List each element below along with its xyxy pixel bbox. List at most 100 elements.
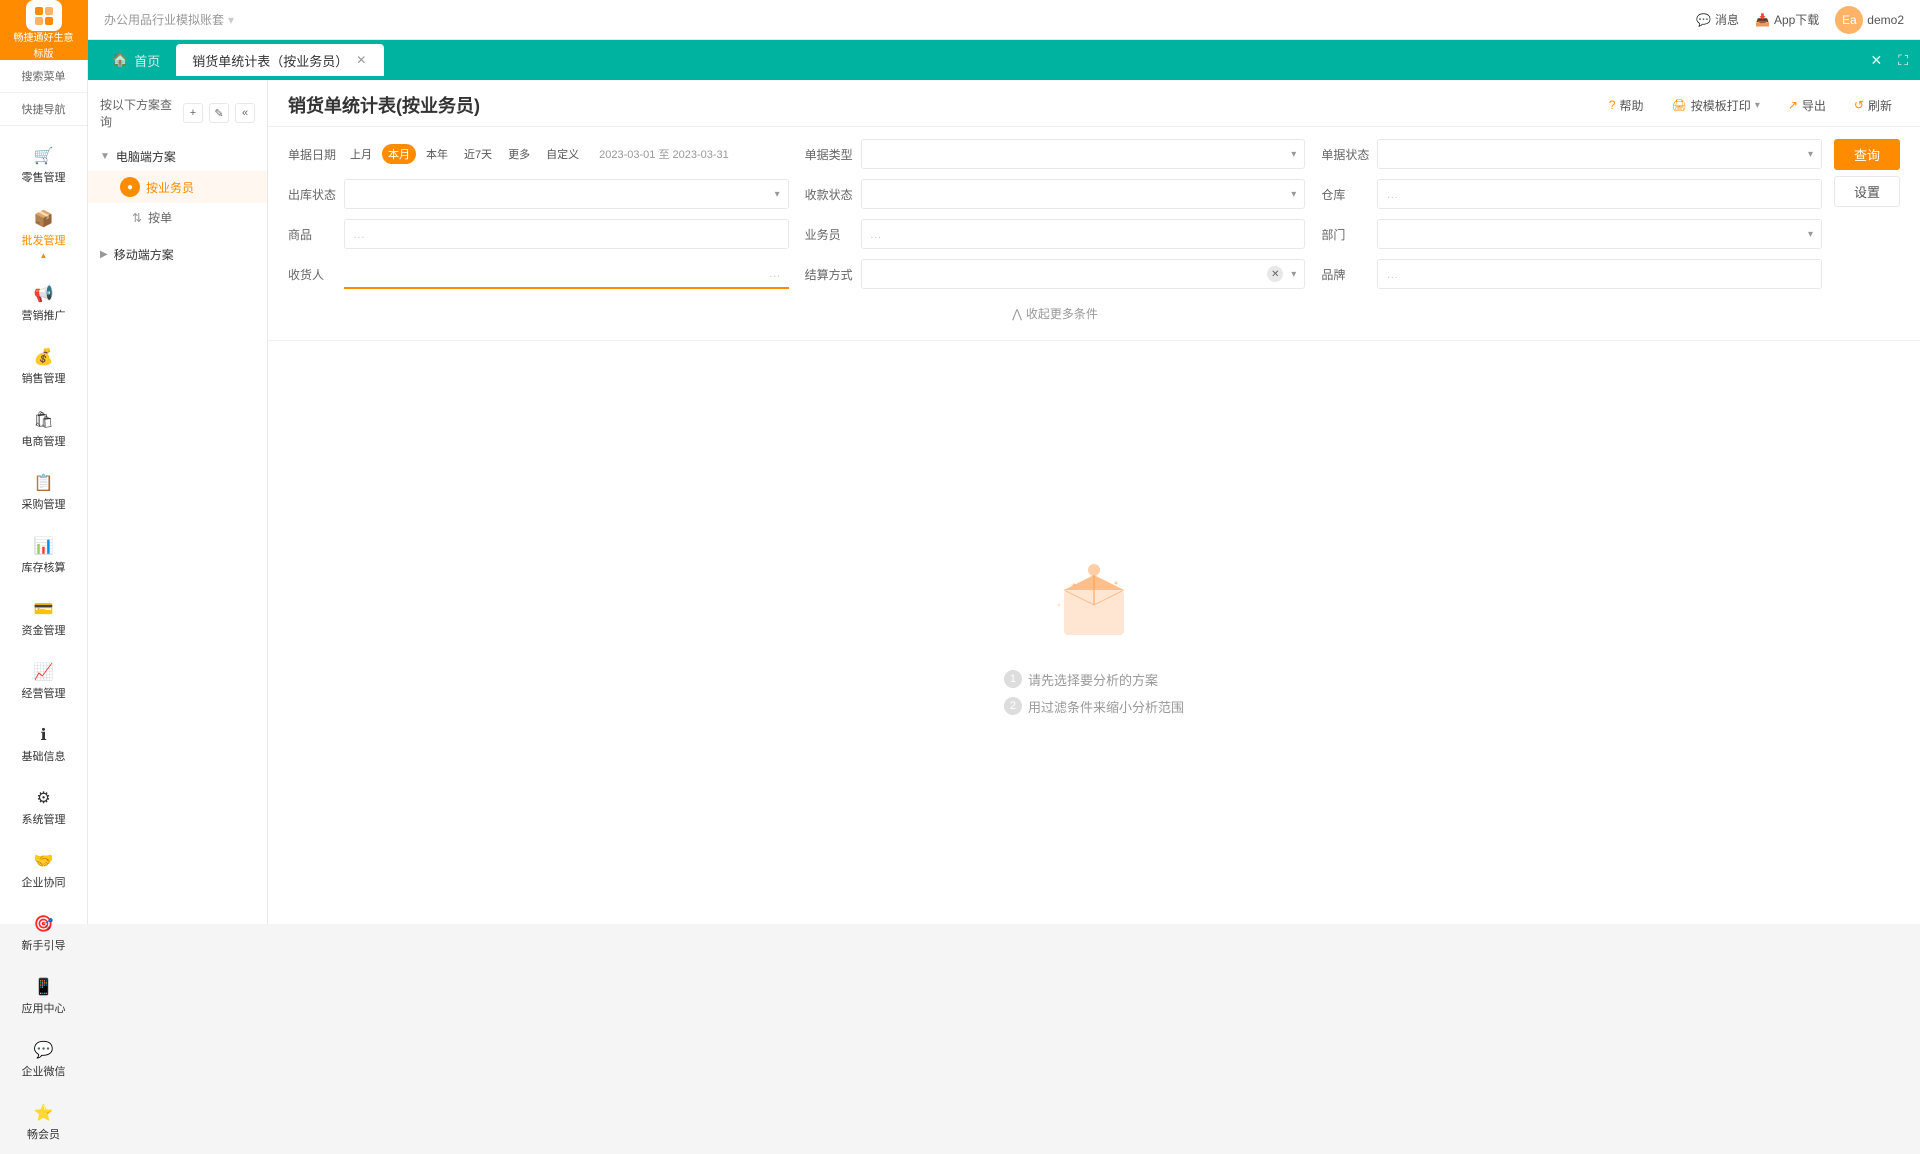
sidebar-item-sales-label: 销售管理	[22, 370, 66, 386]
date-tab-this-year[interactable]: 本年	[420, 144, 454, 164]
tab-close-button[interactable]: ✕	[354, 51, 368, 69]
warehouse-select[interactable]: …	[1377, 179, 1822, 209]
order-status-select[interactable]: ▾	[1377, 139, 1822, 169]
tree-mobile-arrow: ▶	[100, 249, 108, 260]
out-status-label: 出库状态	[288, 186, 336, 203]
tab-sales-report[interactable]: 销货单统计表（按业务员） ✕	[176, 44, 384, 76]
sidebar-item-marketing-label: 营销推广	[22, 307, 66, 323]
receiver-label: 收货人	[288, 266, 336, 283]
settlement-arrow: ▾	[1291, 269, 1296, 280]
help-button[interactable]: ? 帮助	[1601, 93, 1652, 118]
purchase-icon: 📋	[34, 473, 54, 493]
out-status-select[interactable]: ▾	[344, 179, 789, 209]
filter-row-3: 商品 … 业务员 …	[288, 219, 1822, 249]
quick-nav-label[interactable]: 快捷导航	[22, 104, 66, 116]
tree-item-by-staff[interactable]: ● 按业务员	[88, 171, 267, 203]
tip-1-text: 请先选择要分析的方案	[1028, 670, 1158, 689]
tree-expand-icon: ▼	[100, 151, 110, 162]
sidebar-item-operations[interactable]: 📈 经营管理	[0, 650, 87, 713]
order-type-select[interactable]: ▾	[861, 139, 1306, 169]
staff-select[interactable]: …	[861, 219, 1306, 249]
sidebar-item-system-label: 系统管理	[22, 811, 66, 827]
order-type-arrow: ▾	[1291, 149, 1296, 160]
tab-minimize-button[interactable]: ✕	[1866, 48, 1886, 73]
payment-status-select[interactable]: ▾	[861, 179, 1306, 209]
sidebar-item-sales[interactable]: 💰 销售管理	[0, 335, 87, 398]
department-select[interactable]: ▾	[1377, 219, 1822, 249]
date-tab-custom[interactable]: 自定义	[540, 144, 585, 164]
filter-row-2: 出库状态 ▾ 收款状态 ▾	[288, 179, 1822, 209]
refresh-button[interactable]: ↺ 刷新	[1846, 93, 1900, 118]
tip-num-1: 1	[1004, 670, 1022, 688]
sidebar-item-basic[interactable]: ℹ 基础信息	[0, 713, 87, 776]
tree-mobile-header[interactable]: ▶ 移动端方案	[88, 240, 267, 269]
tab-expand-button[interactable]: ⛶	[1894, 48, 1912, 73]
app-download-button[interactable]: 📥 App下载	[1755, 11, 1819, 28]
print-button[interactable]: 🖨 按模板打印 ▾	[1664, 93, 1768, 118]
quick-nav-area[interactable]: 快捷导航	[0, 93, 87, 126]
sidebar-item-appstore[interactable]: 📱 应用中心	[0, 965, 87, 1028]
settlement-label: 结算方式	[805, 266, 853, 283]
search-menu-label[interactable]: 搜索菜单	[22, 71, 66, 83]
date-tab-last-month[interactable]: 上月	[344, 144, 378, 164]
print-label: 按模板打印	[1691, 97, 1751, 114]
query-button[interactable]: 查询	[1834, 139, 1900, 170]
sidebar-item-inventory[interactable]: 📊 库存核算	[0, 524, 87, 587]
sidebar-item-operations-label: 经营管理	[22, 685, 66, 701]
sidebar-search-area[interactable]: 搜索菜单	[0, 60, 87, 93]
date-tab-this-month[interactable]: 本月	[382, 144, 416, 164]
system-icon: ⚙	[36, 788, 50, 808]
date-label: 单据日期	[288, 146, 336, 163]
message-button[interactable]: 💬 消息	[1696, 11, 1739, 28]
sidebar-item-finance-label: 资金管理	[22, 622, 66, 638]
sidebar-item-member[interactable]: ⭐ 畅会员	[0, 1091, 87, 1154]
tree-desktop-header[interactable]: ▼ 电脑端方案	[88, 142, 267, 171]
sidebar-item-newbie[interactable]: 🎯 新手引导	[0, 902, 87, 965]
edit-scheme-button[interactable]: ✎	[209, 103, 229, 123]
user-profile[interactable]: Ea demo2	[1835, 6, 1904, 34]
filter-staff: 业务员 …	[805, 219, 1306, 249]
product-select[interactable]: …	[344, 219, 789, 249]
topbar-actions: 💬 消息 📥 App下载 Ea demo2	[1696, 6, 1904, 34]
receiver-input[interactable]: …	[344, 259, 789, 289]
sidebar-item-wechat[interactable]: 💬 企业微信	[0, 1028, 87, 1091]
sidebar-item-purchase[interactable]: 📋 采购管理	[0, 461, 87, 524]
sidebar-item-retail[interactable]: 🛒 零售管理	[0, 134, 87, 197]
collapse-more-button[interactable]: ⋀ 收起更多条件	[288, 299, 1822, 328]
topbar: 办公用品行业模拟账套 ▾ 💬 消息 📥 App下载 Ea demo2	[88, 0, 1920, 40]
member-icon: ⭐	[34, 1103, 54, 1123]
sidebar-item-finance[interactable]: 💳 资金管理	[0, 587, 87, 650]
refresh-icon: ↺	[1854, 98, 1864, 112]
tab-home[interactable]: 🏠 首页	[96, 44, 176, 76]
export-label: 导出	[1802, 97, 1826, 114]
export-button[interactable]: ↗ 导出	[1780, 93, 1834, 118]
app-download-icon: 📥	[1755, 13, 1770, 27]
wechat-icon: 💬	[34, 1040, 54, 1060]
collapse-panel-button[interactable]: «	[235, 103, 255, 123]
sidebar-item-marketing[interactable]: 📢 营销推广	[0, 272, 87, 335]
brand-dots: …	[1386, 267, 1398, 281]
tree-mobile-section: ▶ 移动端方案	[88, 236, 267, 273]
sidebar-item-wholesale[interactable]: 📦 批发管理 ▲	[0, 197, 87, 272]
tree-desktop-section: ▼ 电脑端方案 ● 按业务员 ⇅ 按单	[88, 138, 267, 236]
date-tab-more[interactable]: 更多	[502, 144, 536, 164]
settings-button[interactable]: 设置	[1834, 176, 1900, 207]
tree-item-by-order[interactable]: ⇅ 按单	[88, 203, 267, 232]
settlement-select[interactable]: ✕ ▾	[861, 259, 1306, 289]
empty-illustration	[1044, 550, 1144, 650]
sidebar-item-enterprise[interactable]: 🤝 企业协同	[0, 839, 87, 902]
tree-desktop-label: 电脑端方案	[116, 148, 176, 165]
breadcrumb-text: 办公用品行业模拟账套	[104, 11, 224, 28]
filter-grid: 单据日期 上月 本月 本年 近7天 更多 自定义	[288, 139, 1822, 328]
department-arrow: ▾	[1808, 229, 1813, 240]
settlement-clear-button[interactable]: ✕	[1267, 266, 1283, 282]
add-scheme-button[interactable]: +	[183, 103, 203, 123]
message-icon: 💬	[1696, 13, 1711, 27]
sort-icon: ⇅	[132, 211, 142, 225]
date-range-display: 2023-03-01 至 2023-03-31	[599, 146, 729, 162]
sidebar-item-ecommerce[interactable]: 🛍 电商管理	[0, 398, 87, 461]
brand-select[interactable]: …	[1377, 259, 1822, 289]
order-status-arrow: ▾	[1808, 149, 1813, 160]
date-tab-last-7-days[interactable]: 近7天	[458, 144, 498, 164]
sidebar-item-system[interactable]: ⚙ 系统管理	[0, 776, 87, 839]
